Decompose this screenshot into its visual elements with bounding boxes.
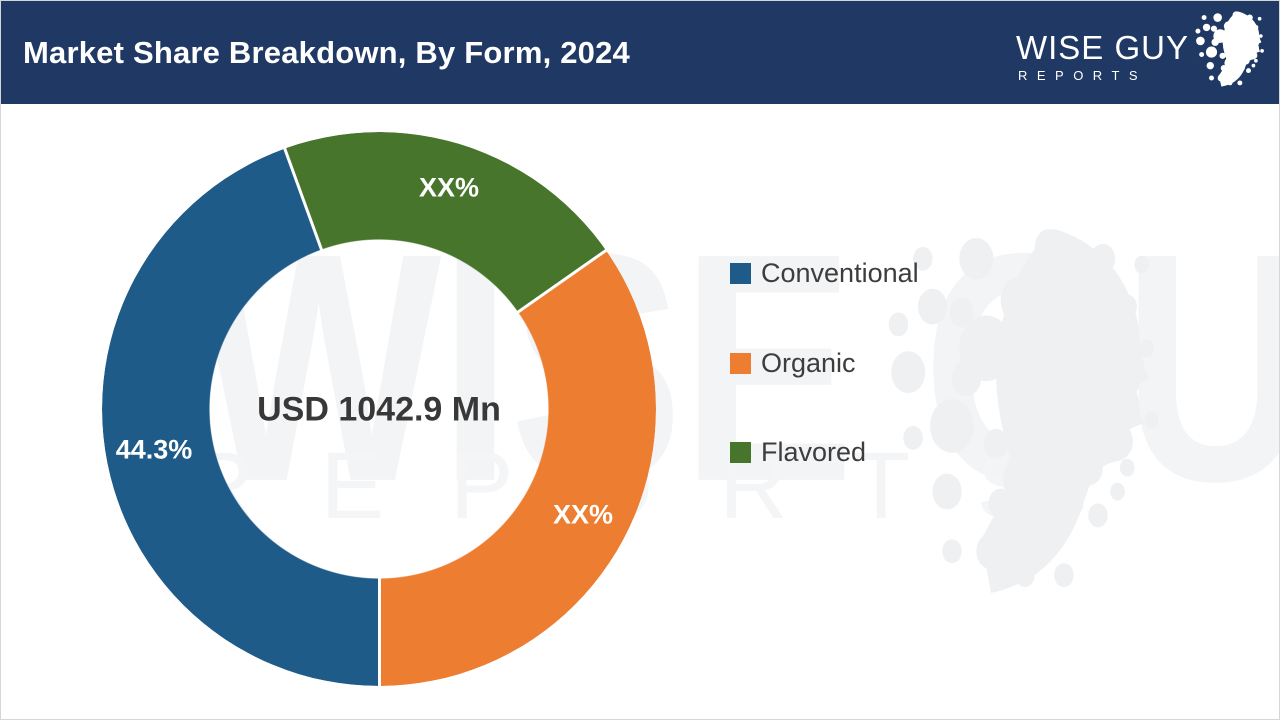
slice-separator — [377, 409, 381, 687]
legend-label-organic: Organic — [761, 348, 856, 378]
legend-item-organic: Organic — [730, 348, 856, 379]
slice-label-flavored: XX% — [418, 172, 480, 203]
legend-item-flavored: Flavored — [730, 437, 866, 468]
brand-name: WISE GUY — [1015, 28, 1189, 66]
slice-label-conventional: 44.3% — [115, 434, 193, 465]
watermark-face-logo — [879, 217, 1171, 605]
legend-item-conventional: Conventional — [730, 258, 919, 289]
legend-swatch-conventional — [730, 263, 751, 284]
legend-label-flavored: Flavored — [761, 437, 867, 467]
page-title: Market Share Breakdown, By Form, 2024 — [23, 34, 630, 70]
brand-subname: REPORTS — [1017, 67, 1148, 83]
infographic: WISE GUY REPORTS Market Share Breakdown,… — [0, 0, 1280, 720]
legend-swatch-organic — [730, 353, 751, 374]
slice-label-organic: XX% — [552, 499, 614, 530]
slice-separator — [378, 248, 608, 411]
legend-label-conventional: Conventional — [761, 258, 919, 288]
donut-center-value: USD 1042.9 Mn — [257, 390, 501, 429]
brand-logo: WISE GUY REPORTS — [1016, 7, 1267, 91]
brand-face-icon — [1193, 7, 1267, 91]
brand-logo-text: WISE GUY REPORTS — [1016, 31, 1189, 82]
slice-separator — [282, 147, 381, 410]
legend-swatch-flavored — [730, 442, 751, 463]
header-bar: Market Share Breakdown, By Form, 2024 WI… — [1, 1, 1279, 104]
